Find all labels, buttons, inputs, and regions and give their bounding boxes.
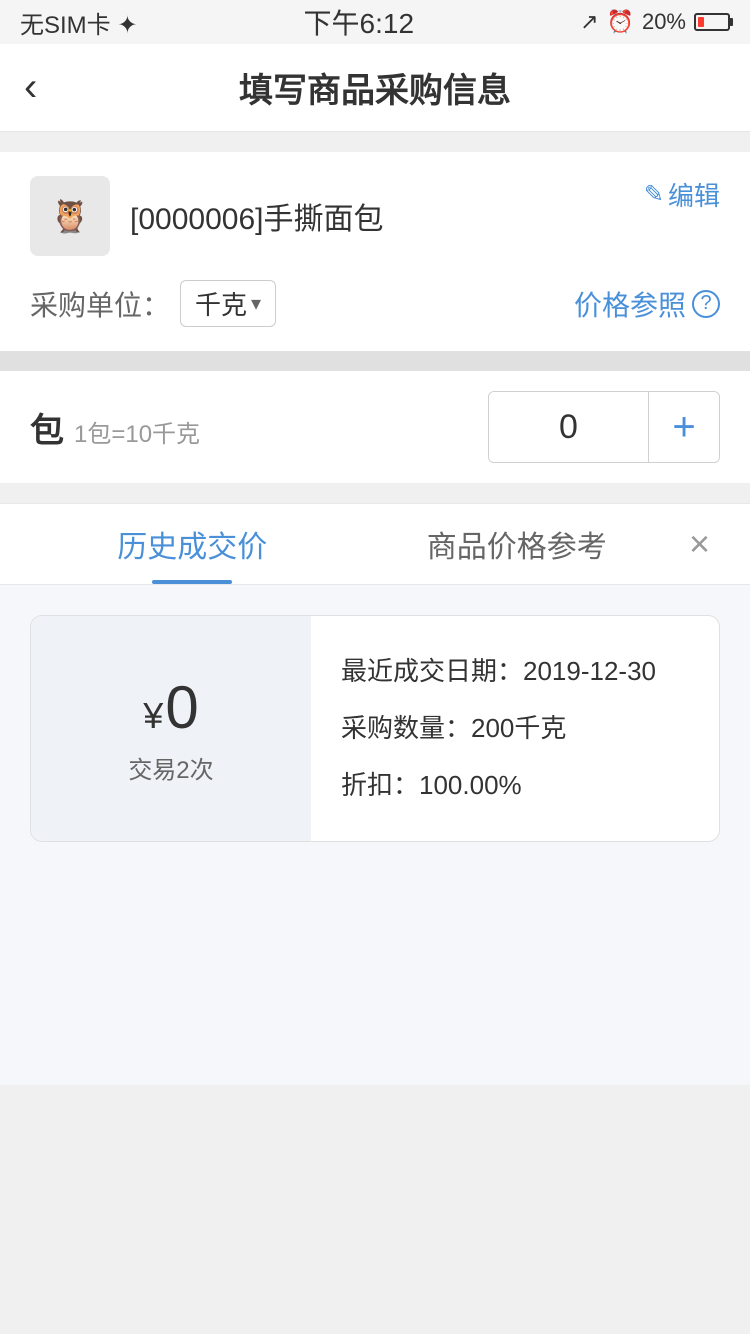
plus-icon: + (672, 405, 695, 450)
quantity-controls: + (488, 391, 720, 463)
status-bar: 无SIM卡 ✦ 下午6:12 ↗ ⏰ 20% (0, 0, 750, 44)
dropdown-arrow-icon: ▾ (251, 291, 261, 316)
price-reference-button[interactable]: 价格参照 ? (574, 284, 720, 324)
tab-close-button[interactable]: × (679, 523, 720, 565)
location-icon: ↗ (580, 9, 598, 35)
quantity-unit-small: 1包=10千克 (74, 414, 200, 449)
price-right-panel: 最近成交日期：2019-12-30 采购数量：200千克 折扣：100.00% (311, 616, 719, 841)
section-divider (0, 351, 750, 371)
tabs-container: 历史成交价 商品价格参考 × ¥0 交易2次 最近成交日期：2019-12-30 (0, 503, 750, 1085)
unit-label: 采购单位： 千克 ▾ (30, 280, 276, 327)
product-name: [0000006]手撕面包 (130, 194, 383, 238)
product-card: 🦉 [0000006]手撕面包 ✎ 编辑 采购单位： 千克 ▾ 价格参照 ? (0, 152, 750, 351)
price-amount: ¥0 (143, 673, 198, 742)
quantity-label: 包 1包=10千克 (30, 403, 200, 452)
battery-percent: 20% (642, 9, 686, 35)
quantity-input[interactable] (489, 392, 649, 462)
status-indicators: ↗ ⏰ 20% (580, 9, 730, 35)
purchase-qty-line: 采购数量：200千克 (341, 709, 689, 748)
discount-line: 折扣：100.00% (341, 766, 689, 805)
price-cards-area: ¥0 交易2次 最近成交日期：2019-12-30 采购数量：200千克 折扣：… (0, 585, 750, 1085)
product-footer: 采购单位： 千克 ▾ 价格参照 ? (30, 280, 720, 327)
product-left: 🦉 [0000006]手撕面包 (30, 176, 383, 256)
status-carrier: 无SIM卡 ✦ (20, 5, 137, 40)
nav-bar: ‹ 填写商品采购信息 (0, 44, 750, 132)
alarm-icon: ⏰ (607, 9, 634, 35)
status-time: 下午6:12 (304, 2, 415, 42)
product-info: [0000006]手撕面包 (130, 194, 383, 238)
latest-date-line: 最近成交日期：2019-12-30 (341, 652, 689, 691)
battery-icon (694, 13, 730, 31)
product-thumbnail: 🦉 (30, 176, 110, 256)
back-button[interactable]: ‹ (24, 65, 37, 110)
quantity-row: 包 1包=10千克 + (0, 371, 750, 483)
product-header: 🦉 [0000006]手撕面包 ✎ 编辑 (30, 176, 720, 256)
transaction-count: 交易2次 (128, 750, 213, 785)
page-title: 填写商品采购信息 (239, 63, 511, 112)
carrier-text: 无SIM卡 ✦ (20, 5, 137, 40)
price-left-panel: ¥0 交易2次 (31, 616, 311, 841)
help-icon: ? (692, 290, 720, 318)
tab-history-price[interactable]: 历史成交价 (30, 504, 354, 584)
unit-select[interactable]: 千克 ▾ (180, 280, 276, 327)
quantity-unit-big: 包 (30, 403, 64, 452)
tabs-header: 历史成交价 商品价格参考 × (0, 504, 750, 585)
product-logo-icon: 🦉 (50, 197, 90, 235)
price-card: ¥0 交易2次 最近成交日期：2019-12-30 采购数量：200千克 折扣：… (30, 615, 720, 842)
edit-icon: ✎ (644, 180, 664, 209)
tab-underline (152, 580, 232, 584)
quantity-plus-button[interactable]: + (649, 392, 719, 462)
edit-button[interactable]: ✎ 编辑 (644, 176, 720, 213)
tab-price-reference[interactable]: 商品价格参考 (354, 504, 678, 584)
currency-symbol: ¥ (143, 695, 163, 736)
